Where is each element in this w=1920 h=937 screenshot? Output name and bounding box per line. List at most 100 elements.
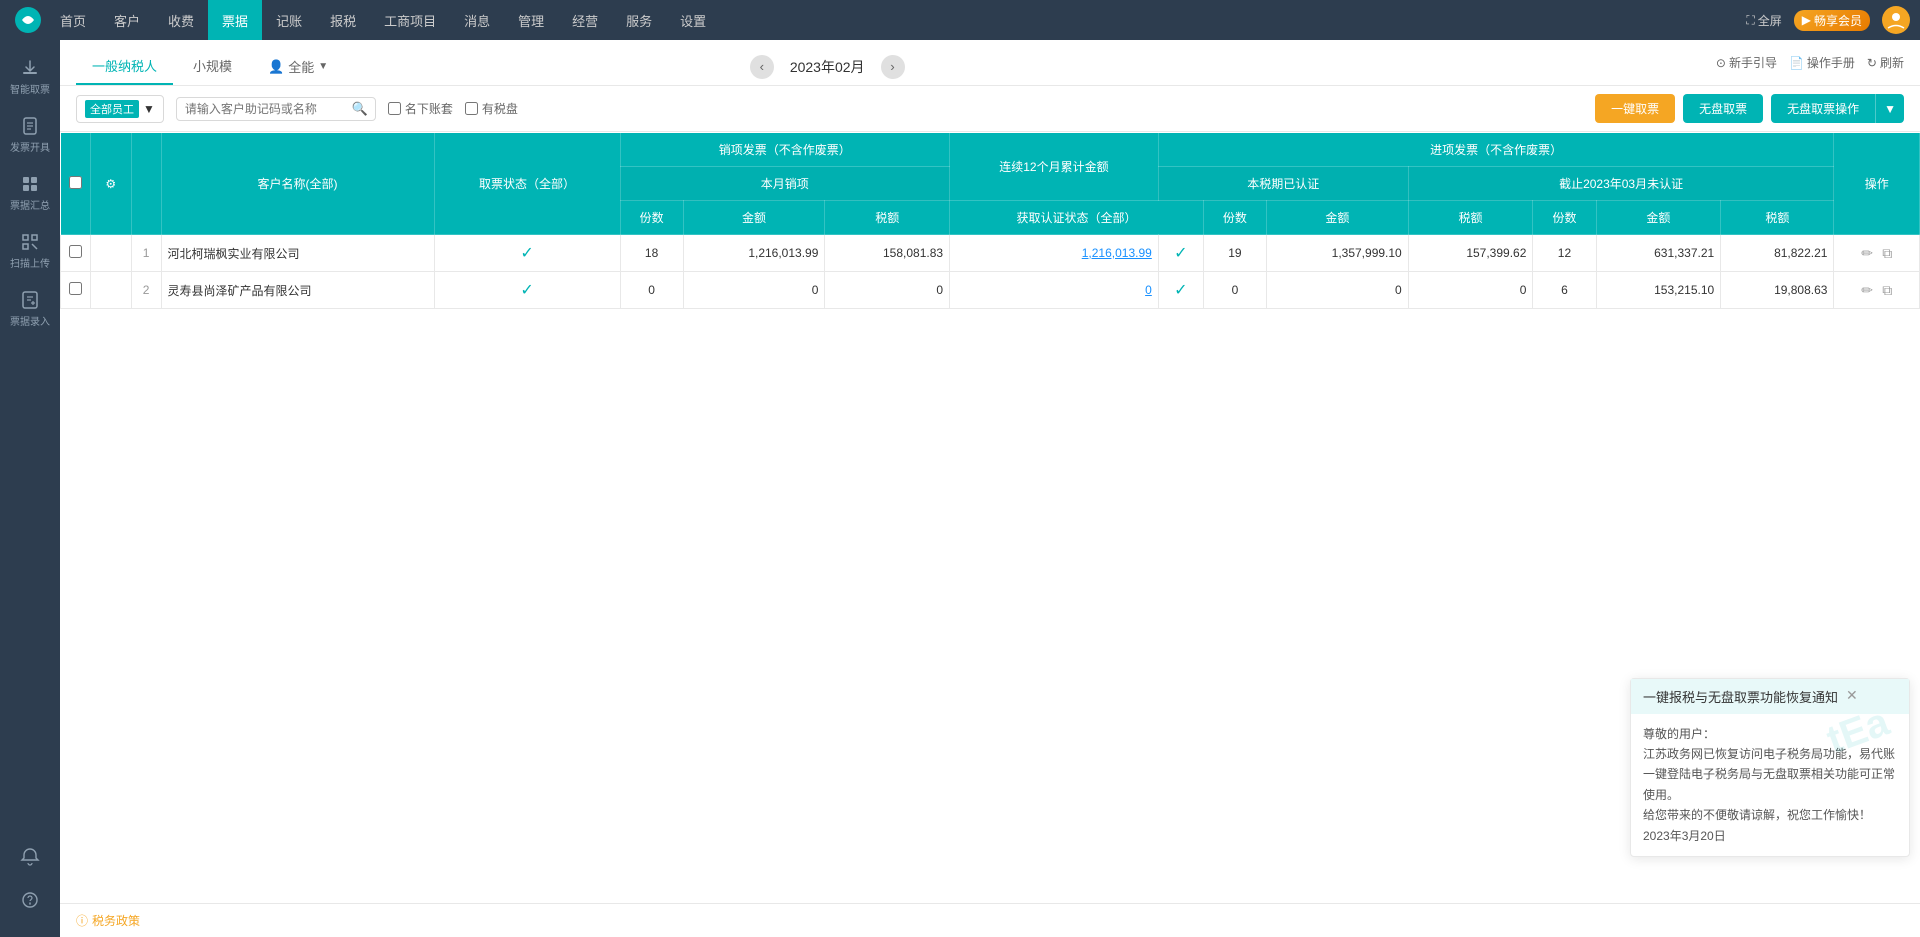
nav-invoice[interactable]: 票据	[208, 0, 262, 40]
table-row: 2 灵寿县尚泽矿产品有限公司 ✓ 0 0 0 0 ✓ 0 0 0 6 153,2…	[61, 272, 1920, 309]
row-consecutive12[interactable]: 1,216,013.99	[950, 235, 1159, 272]
th-sales-amount: 金额	[683, 201, 825, 235]
tabs-bar: 一般纳税人 小规模 👤 全能 ▼ ‹ 2023年02月 › ⊙	[60, 40, 1920, 86]
search-input[interactable]	[176, 97, 376, 121]
tabs-left: 一般纳税人 小规模 👤 全能 ▼	[76, 48, 344, 85]
row-index: 1	[131, 235, 161, 272]
nav-message[interactable]: 消息	[450, 0, 504, 40]
row-sales-count: 18	[620, 235, 683, 272]
row-checkbox-cell[interactable]	[61, 272, 91, 309]
sub-account-check-input[interactable]	[388, 102, 401, 115]
row-until-amount: 631,337.21	[1596, 235, 1721, 272]
tab-small-scale[interactable]: 小规模	[177, 48, 248, 85]
sidebar-help-icon[interactable]	[14, 884, 46, 919]
row-purchase-tax: 157,399.62	[1408, 235, 1533, 272]
row-until-count: 6	[1533, 272, 1596, 309]
no-disk-ops-dropdown-button[interactable]: ▼	[1875, 94, 1904, 123]
nav-items: 首页 客户 收费 票据 记账 报税 工商项目 消息 管理 经营 服务 设置	[46, 0, 1746, 40]
row-sales-tax: 0	[825, 272, 950, 309]
row-settings-cell	[91, 235, 132, 272]
tab-all[interactable]: 👤 全能 ▼	[252, 48, 344, 85]
th-current-period-verified: 本税期已认证	[1158, 167, 1408, 201]
search-icon[interactable]: 🔍	[352, 101, 368, 117]
prev-period-button[interactable]: ‹	[750, 55, 774, 79]
employee-selector[interactable]: 全部员工 ▼	[76, 95, 164, 123]
row-ops-cell: ✏ ⧉	[1834, 235, 1920, 272]
nav-home[interactable]: 首页	[46, 0, 100, 40]
nav-manage[interactable]: 管理	[504, 0, 558, 40]
nav-customer[interactable]: 客户	[100, 0, 154, 40]
sidebar-item-smart-fetch[interactable]: 智能取票	[0, 48, 60, 106]
next-period-button[interactable]: ›	[881, 55, 905, 79]
guide-button[interactable]: ⊙ 新手引导	[1716, 54, 1777, 71]
one-click-fetch-button[interactable]: 一键取票	[1595, 94, 1675, 123]
row-verify-status: ✓	[1158, 235, 1203, 272]
row-copy-icon[interactable]: ⧉	[1882, 245, 1892, 261]
th-sales-count: 份数	[620, 201, 683, 235]
th-until-march: 截止2023年03月未认证	[1408, 167, 1834, 201]
tabs-right-buttons: ⊙ 新手引导 📄 操作手册 ↻ 刷新	[1716, 54, 1904, 79]
row-edit-icon[interactable]: ✏	[1861, 245, 1873, 261]
footer: ⓘ 税务政策	[60, 903, 1920, 937]
search-wrapper: 🔍	[176, 97, 376, 121]
th-purchase-count: 份数	[1203, 201, 1266, 235]
tax-disk-check-input[interactable]	[465, 102, 478, 115]
row-customer-name: 灵寿县尚泽矿产品有限公司	[161, 272, 434, 309]
sidebar-item-scan[interactable]: 扫描上传	[0, 222, 60, 280]
no-disk-fetch-button[interactable]: 无盘取票	[1683, 94, 1763, 123]
period-label: 2023年02月	[790, 57, 865, 77]
tax-disk-checkbox[interactable]: 有税盘	[465, 100, 518, 117]
vip-button[interactable]: ▶ 畅享会员	[1794, 10, 1870, 31]
tax-policy-link[interactable]: ⓘ 税务政策	[76, 912, 140, 929]
nav-service[interactable]: 服务	[612, 0, 666, 40]
th-until-amount: 金额	[1596, 201, 1721, 235]
dropdown-arrow-icon: ▼	[143, 102, 155, 116]
row-checkbox-cell[interactable]	[61, 235, 91, 272]
row-checkbox[interactable]	[69, 282, 82, 295]
row-edit-icon[interactable]: ✏	[1861, 282, 1873, 298]
tab-general-taxpayer[interactable]: 一般纳税人	[76, 48, 173, 85]
info-icon: ⓘ	[76, 912, 88, 929]
nav-settings[interactable]: 设置	[666, 0, 720, 40]
row-ops-cell: ✏ ⧉	[1834, 272, 1920, 309]
fullscreen-button[interactable]: ⛶ 全屏	[1746, 12, 1781, 29]
nav-business2[interactable]: 经营	[558, 0, 612, 40]
sub-account-checkbox[interactable]: 名下账套	[388, 100, 453, 117]
th-verify-status: 获取认证状态（全部）	[950, 201, 1204, 235]
nav-bookkeeping[interactable]: 记账	[262, 0, 316, 40]
refresh-button[interactable]: ↻ 刷新	[1867, 54, 1904, 71]
row-purchase-count: 19	[1203, 235, 1266, 272]
manual-button[interactable]: 📄 操作手册	[1789, 54, 1855, 71]
no-disk-ops-button[interactable]: 无盘取票操作	[1771, 94, 1875, 123]
nav-business[interactable]: 工商项目	[370, 0, 450, 40]
sidebar-item-invoice-open[interactable]: 发票开具	[0, 106, 60, 164]
nav-fee[interactable]: 收费	[154, 0, 208, 40]
row-sales-amount: 0	[683, 272, 825, 309]
sidebar-item-entry[interactable]: 票据录入	[0, 280, 60, 338]
sidebar-item-summary[interactable]: 票据汇总	[0, 164, 60, 222]
refresh-icon: ↻	[1867, 56, 1877, 70]
row-consecutive12[interactable]: 0	[950, 272, 1159, 309]
th-current-month: 本月销项	[620, 167, 950, 201]
nav-tax[interactable]: 报税	[316, 0, 370, 40]
notification-close-button[interactable]: ✕	[1846, 687, 1858, 704]
app-logo	[10, 2, 46, 38]
settings-icon[interactable]: ⚙	[105, 177, 116, 191]
toolbar: 全部员工 ▼ 🔍 名下账套 有税盘 一键取票 无盘取票 无盘取票操作 ▼	[60, 86, 1920, 132]
nav-right: ⛶ 全屏 ▶ 畅享会员	[1746, 6, 1910, 34]
sidebar-bottom	[14, 841, 46, 929]
manual-icon: 📄	[1789, 56, 1804, 70]
summary-icon	[20, 174, 40, 194]
row-fetch-status: ✓	[434, 272, 620, 309]
user-avatar[interactable]	[1882, 6, 1910, 34]
sidebar-notification-icon[interactable]	[14, 841, 46, 876]
row-copy-icon[interactable]: ⧉	[1882, 282, 1892, 298]
row-index: 2	[131, 272, 161, 309]
select-all-checkbox[interactable]	[69, 176, 82, 189]
table-row: 1 河北柯瑞枫实业有限公司 ✓ 18 1,216,013.99 158,081.…	[61, 235, 1920, 272]
fullscreen-icon: ⛶	[1746, 13, 1754, 28]
th-settings: ⚙	[91, 133, 132, 235]
row-settings-cell	[91, 272, 132, 309]
row-checkbox[interactable]	[69, 245, 82, 258]
th-sales-tax: 税额	[825, 201, 950, 235]
